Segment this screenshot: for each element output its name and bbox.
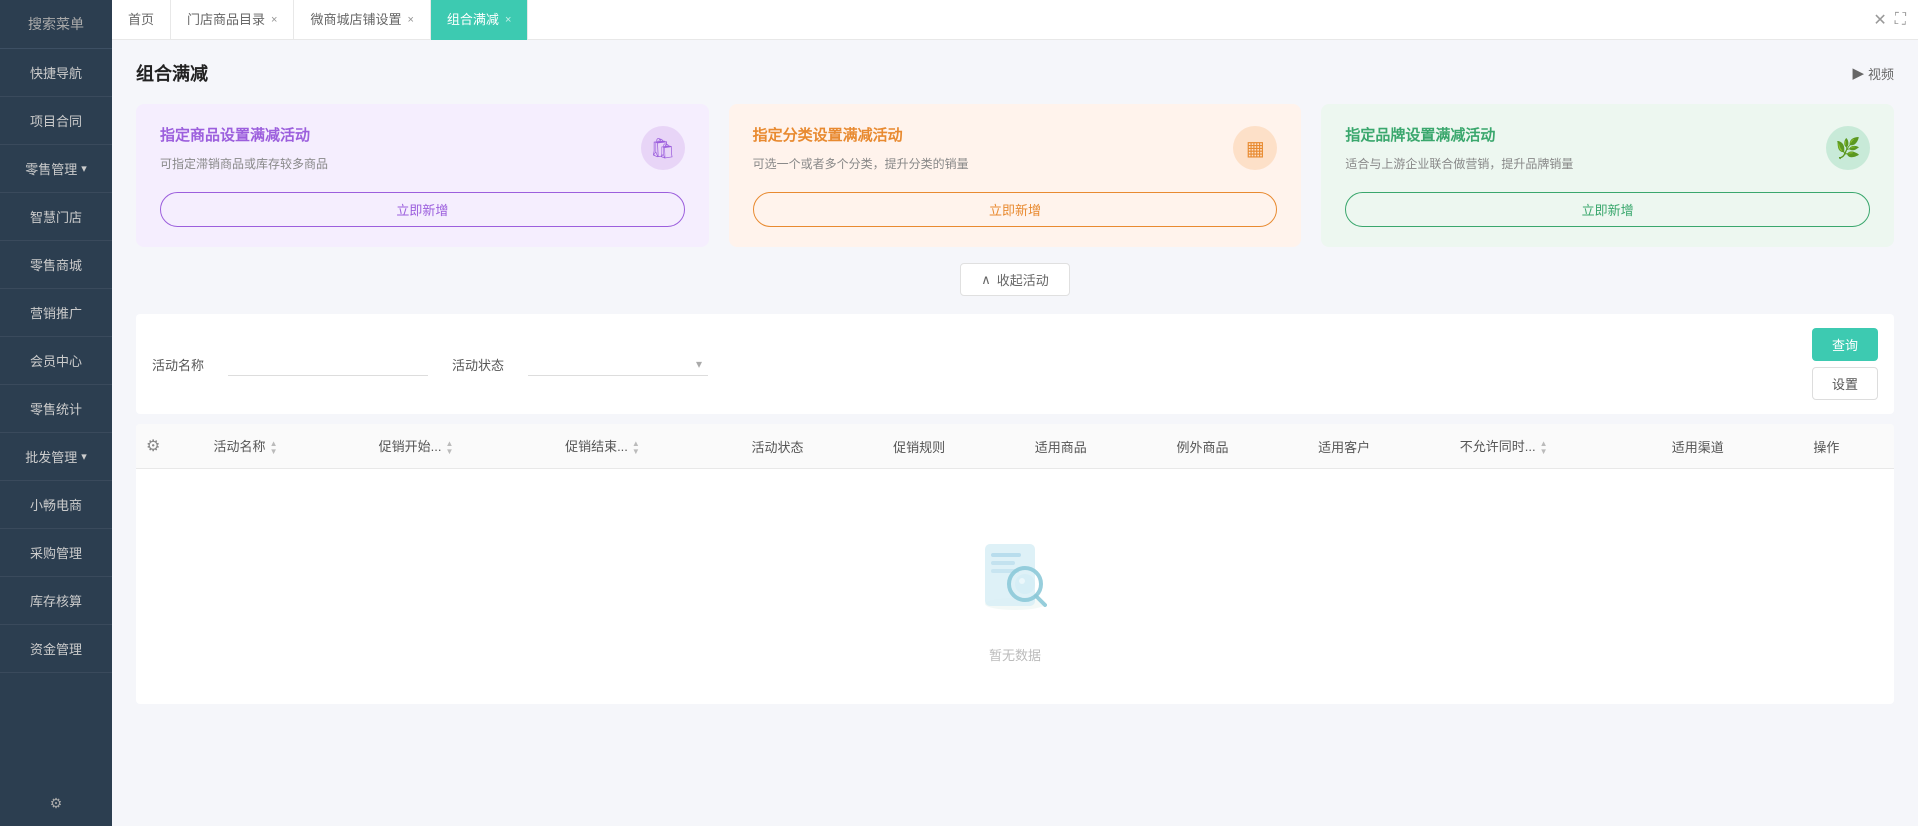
activity-name-input[interactable] — [228, 352, 428, 376]
play-circle-icon: ▶ — [1852, 64, 1864, 82]
sort-icon-start: ▲▼ — [446, 440, 454, 456]
tab-close-store-catalog[interactable]: × — [271, 0, 277, 40]
data-table-wrap: ⚙ 活动名称▲▼促销开始...▲▼促销结束...▲▼活动状态促销规则适用商品例外商… — [136, 424, 1894, 704]
activity-status-select[interactable]: ▾ — [528, 353, 708, 376]
tab-wechat-store[interactable]: 微商城店铺设置× — [294, 0, 430, 40]
setting-button[interactable]: 设置 — [1812, 367, 1878, 400]
sidebar-settings-btn[interactable]: ⚙ — [0, 781, 112, 826]
sidebar-item-retail-mgmt[interactable]: 零售管理▾ — [0, 145, 112, 193]
col-start[interactable]: 促销开始...▲▼ — [369, 424, 555, 469]
col-settings: ⚙ — [136, 424, 204, 469]
promo-card-title-brand: 指定品牌设置满减活动 — [1345, 124, 1870, 145]
sidebar-item-wholesale-mgmt[interactable]: 批发管理▾ — [0, 433, 112, 481]
brand-icon: 🌿 — [1826, 126, 1870, 170]
empty-state: 暂无数据 — [136, 469, 1894, 704]
promo-card-desc-brand: 适合与上游企业联合做营销，提升品牌销量 — [1345, 155, 1870, 174]
promo-card-brand: 🌿指定品牌设置满减活动适合与上游企业联合做营销，提升品牌销量立即新增 — [1321, 104, 1894, 247]
content-area: 组合满减 ▶ 视频 🛍指定商品设置满减活动可指定滞销商品或库存较多商品立即新增▦… — [112, 40, 1918, 826]
sort-icon-end: ▲▼ — [632, 440, 640, 456]
promo-card-title-product: 指定商品设置满减活动 — [160, 124, 685, 145]
sidebar-item-xiaochangec[interactable]: 小畅电商 — [0, 481, 112, 529]
sidebar-item-retail-mall[interactable]: 零售商城 — [0, 241, 112, 289]
main-area: 首页门店商品目录×微商城店铺设置×组合满减× ✕ ⛶ 组合满减 ▶ 视频 🛍指定… — [112, 0, 1918, 826]
filter-area: 活动名称 活动状态 ▾ 查询 设置 — [136, 314, 1894, 414]
gear-icon: ⚙ — [50, 795, 63, 811]
col-applicable_channel: 适用渠道 — [1662, 424, 1804, 469]
col-operation: 操作 — [1803, 424, 1894, 469]
promo-card-category: ▦指定分类设置满减活动可选一个或者多个分类，提升分类的销量立即新增 — [729, 104, 1302, 247]
promo-card-btn-brand[interactable]: 立即新增 — [1345, 192, 1870, 227]
expand-window-btn[interactable]: ⛶ — [1895, 11, 1906, 29]
sidebar-item-quick-nav[interactable]: 快捷导航 — [0, 49, 112, 97]
data-table: ⚙ 活动名称▲▼促销开始...▲▼促销结束...▲▼活动状态促销规则适用商品例外商… — [136, 424, 1894, 469]
col-name[interactable]: 活动名称▲▼ — [204, 424, 369, 469]
tab-combo-discount[interactable]: 组合满减× — [431, 0, 528, 40]
tab-close-wechat-store[interactable]: × — [407, 0, 413, 40]
product-icon: 🛍 — [641, 126, 685, 170]
promo-card-product: 🛍指定商品设置满减活动可指定滞销商品或库存较多商品立即新增 — [136, 104, 709, 247]
tab-actions: ✕ ⛶ — [1861, 0, 1918, 40]
empty-icon — [965, 529, 1065, 629]
sidebar: 搜索菜单 快捷导航项目合同零售管理▾智慧门店零售商城营销推广会员中心零售统计批发… — [0, 0, 112, 826]
sidebar-item-member-center[interactable]: 会员中心 — [0, 337, 112, 385]
promo-card-desc-category: 可选一个或者多个分类，提升分类的销量 — [753, 155, 1278, 174]
query-button[interactable]: 查询 — [1812, 328, 1878, 361]
sidebar-search[interactable]: 搜索菜单 — [0, 0, 112, 49]
tab-label-combo-discount: 组合满减 — [447, 0, 499, 40]
col-exception_goods: 例外商品 — [1166, 424, 1308, 469]
promo-card-btn-category[interactable]: 立即新增 — [753, 192, 1278, 227]
sort-icon-name: ▲▼ — [270, 440, 278, 456]
sidebar-item-smart-store[interactable]: 智慧门店 — [0, 193, 112, 241]
tab-close-combo-discount[interactable]: × — [505, 0, 511, 40]
collapse-btn[interactable]: ∧ 收起活动 — [960, 263, 1070, 296]
empty-text: 暂无数据 — [136, 645, 1894, 664]
chevron-down-icon: ▾ — [81, 162, 87, 175]
tab-home[interactable]: 首页 — [112, 0, 171, 40]
tab-label-home: 首页 — [128, 0, 154, 40]
page-title: 组合满减 — [136, 60, 208, 86]
activity-name-label: 活动名称 — [152, 355, 204, 374]
video-link[interactable]: ▶ 视频 — [1852, 64, 1894, 83]
activity-status-label: 活动状态 — [452, 355, 504, 374]
sidebar-item-finance[interactable]: 资金管理 — [0, 625, 112, 673]
video-label: 视频 — [1868, 64, 1894, 83]
sidebar-item-inventory[interactable]: 库存核算 — [0, 577, 112, 625]
col-applicable_goods: 适用商品 — [1025, 424, 1167, 469]
promo-card-desc-product: 可指定滞销商品或库存较多商品 — [160, 155, 685, 174]
col-rule: 促销规则 — [883, 424, 1025, 469]
chevron-down-icon: ▾ — [81, 450, 87, 463]
col-applicable_customer: 适用客户 — [1308, 424, 1450, 469]
chevron-down-icon: ▾ — [696, 357, 702, 371]
promo-cards-row: 🛍指定商品设置满减活动可指定滞销商品或库存较多商品立即新增▦指定分类设置满减活动… — [136, 104, 1894, 247]
sidebar-item-marketing[interactable]: 营销推广 — [0, 289, 112, 337]
collapse-bar: ∧ 收起活动 — [136, 263, 1894, 296]
table-settings-icon[interactable]: ⚙ — [146, 438, 160, 455]
tab-label-store-catalog: 门店商品目录 — [187, 0, 265, 40]
tabs-bar: 首页门店商品目录×微商城店铺设置×组合满减× ✕ ⛶ — [112, 0, 1918, 40]
sort-icon-no_concurrent: ▲▼ — [1540, 440, 1548, 456]
promo-card-title-category: 指定分类设置满减活动 — [753, 124, 1278, 145]
page-header: 组合满减 ▶ 视频 — [136, 60, 1894, 86]
collapse-label: 收起活动 — [997, 270, 1049, 289]
tab-store-catalog[interactable]: 门店商品目录× — [171, 0, 294, 40]
sidebar-item-retail-stats[interactable]: 零售统计 — [0, 385, 112, 433]
col-status: 活动状态 — [741, 424, 883, 469]
close-window-btn[interactable]: ✕ — [1873, 10, 1886, 30]
chevron-up-icon: ∧ — [981, 272, 991, 288]
tab-label-wechat-store: 微商城店铺设置 — [310, 0, 401, 40]
col-no_concurrent[interactable]: 不允许同时...▲▼ — [1450, 424, 1662, 469]
col-end[interactable]: 促销结束...▲▼ — [555, 424, 741, 469]
promo-card-btn-product[interactable]: 立即新增 — [160, 192, 685, 227]
sidebar-item-purchase-mgmt[interactable]: 采购管理 — [0, 529, 112, 577]
sidebar-item-project-contract[interactable]: 项目合同 — [0, 97, 112, 145]
